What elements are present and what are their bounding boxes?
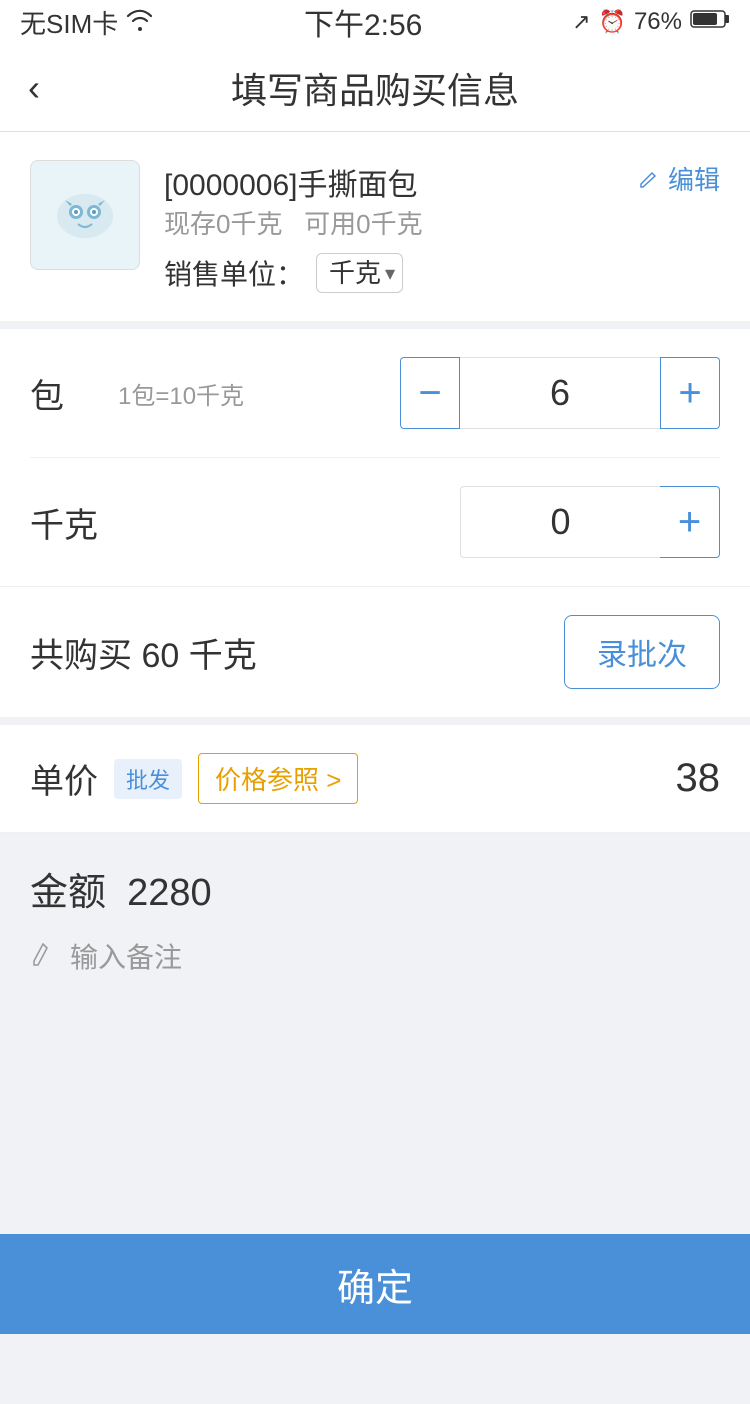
back-button[interactable]: ‹ [28,67,40,109]
package-sublabel: 1包=10千克 [118,376,400,411]
input-section: 包 1包=10千克 − + 千克 + [0,329,750,587]
product-info: [0000006]手撕面包 编辑 现存0千克 可用0千克 销售单位： 千克 包 [164,160,720,293]
status-right: ↗ ⏰ 76% [572,8,730,37]
product-stock: 现存0千克 可用0千克 [164,204,720,241]
price-left: 单价 批发 价格参照 > [30,753,358,804]
package-input[interactable] [460,357,660,429]
total-text: 共购买 60 千克 [30,628,257,677]
price-value: 38 [676,756,721,801]
amount-value: 2280 [127,872,212,914]
carrier-label: 无SIM卡 [20,4,118,41]
edit-button[interactable]: 编辑 [638,160,720,197]
amount-section: 金额 2280 输入备注 [0,833,750,1004]
unit-select[interactable]: 千克 包 [316,253,403,293]
kg-input[interactable] [460,486,660,558]
status-time: 下午2:56 [304,0,422,44]
record-batch-button[interactable]: 录批次 [564,615,720,689]
price-label: 单价 [30,754,98,803]
kg-row: 千克 + [30,458,720,586]
remark-row[interactable]: 输入备注 [30,936,720,976]
page-title: 填写商品购买信息 [231,62,519,114]
kg-label: 千克 [30,498,110,547]
package-increase-button[interactable]: + [660,357,720,429]
total-section: 共购买 60 千克 录批次 [0,587,750,725]
status-left: 无SIM卡 [20,4,154,41]
remark-placeholder: 输入备注 [70,936,182,976]
price-ref-button[interactable]: 价格参照 > [198,753,358,804]
product-unit-row: 销售单位： 千克 包 ▾ [164,253,720,293]
nav-bar: ‹ 填写商品购买信息 [0,44,750,132]
product-card: [0000006]手撕面包 编辑 现存0千克 可用0千克 销售单位： 千克 包 [0,132,750,329]
package-quantity-control: − + [400,357,720,429]
package-decrease-button[interactable]: − [400,357,460,429]
unit-select-wrapper[interactable]: 千克 包 ▾ [316,253,403,293]
battery-label: 76% [634,8,682,36]
status-bar: 无SIM卡 下午2:56 ↗ ⏰ 76% [0,0,750,44]
kg-quantity-control: + [460,486,720,558]
gps-icon: ↗ [572,9,590,35]
price-tag: 批发 [114,759,182,799]
package-label: 包 [30,369,110,418]
wifi-icon [126,7,154,38]
battery-icon [690,8,730,37]
amount-row: 金额 2280 [30,861,720,916]
kg-increase-button[interactable]: + [660,486,720,558]
confirm-button[interactable]: 确定 [0,1234,750,1334]
pencil-icon [30,939,58,974]
alarm-icon: ⏰ [599,9,626,35]
package-row: 包 1包=10千克 − + [30,329,720,458]
product-name: [0000006]手撕面包 [164,160,417,204]
product-image [30,160,140,270]
price-section: 单价 批发 价格参照 > 38 [0,725,750,833]
